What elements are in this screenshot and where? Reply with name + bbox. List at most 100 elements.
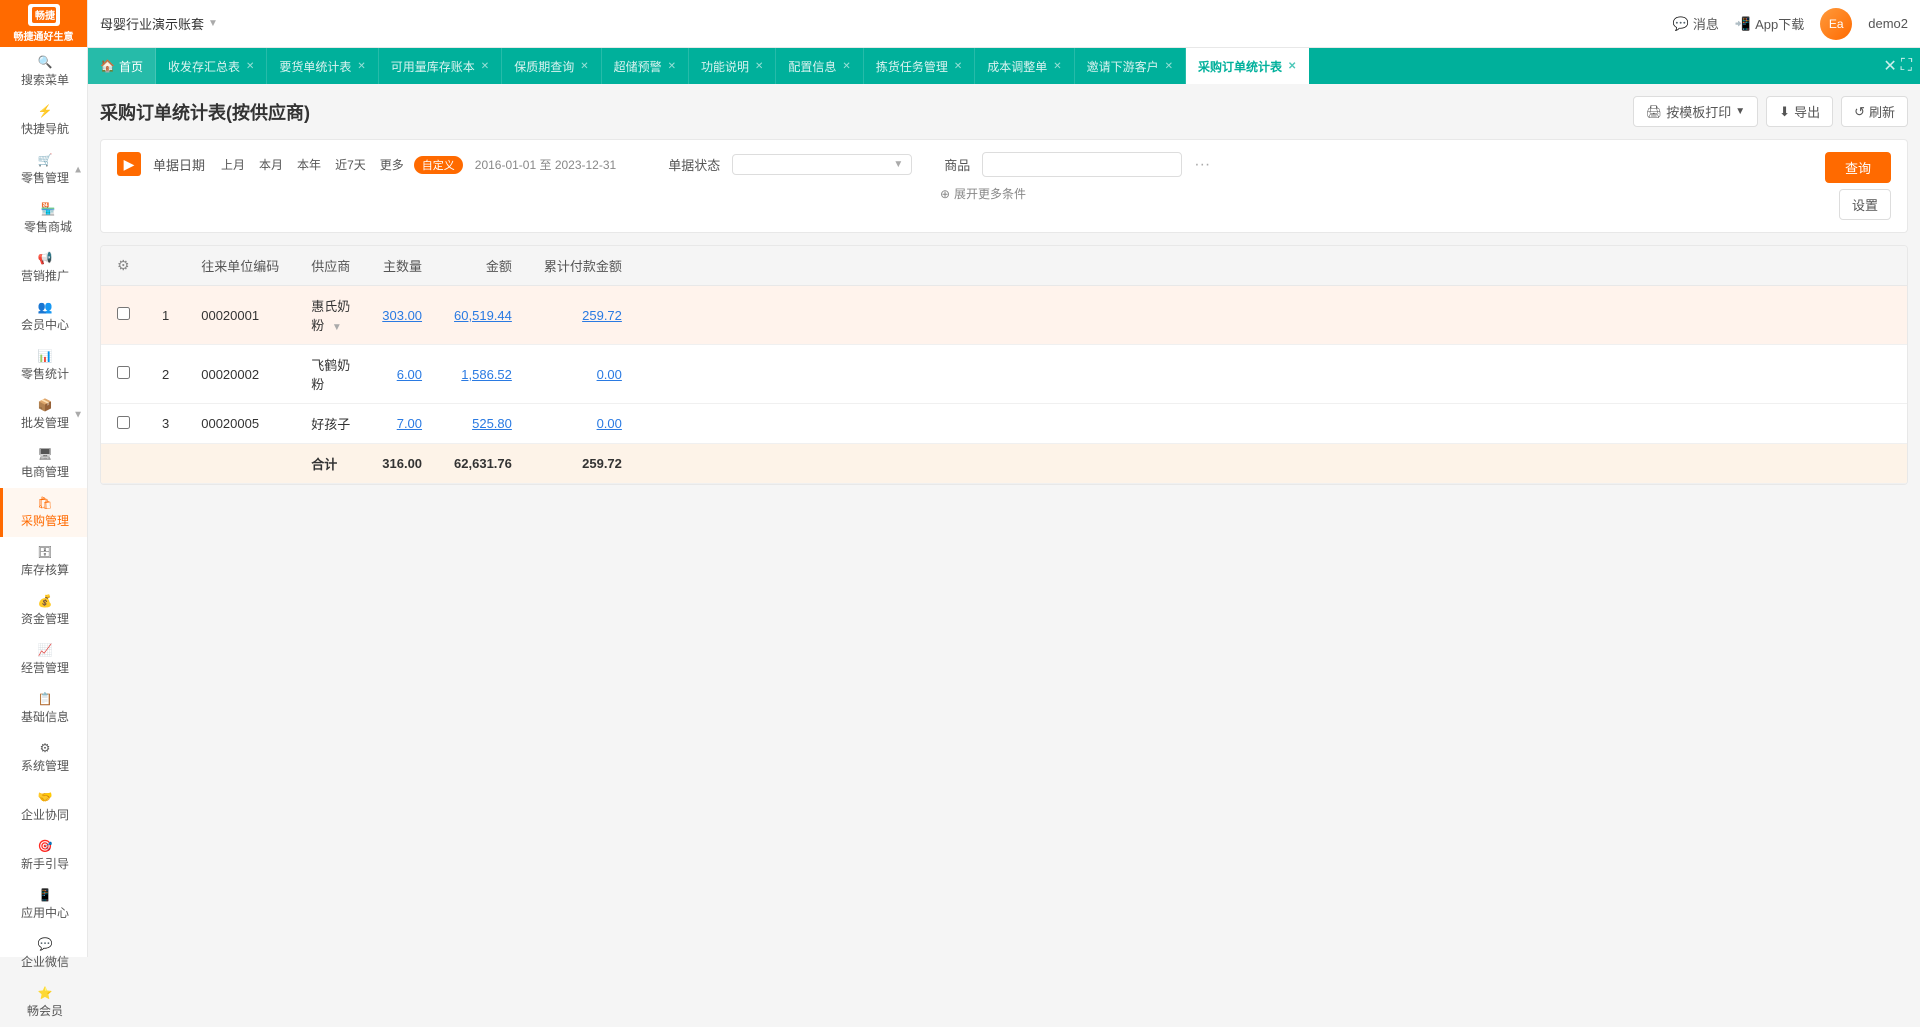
- shortcut-7days[interactable]: 近7天: [331, 155, 370, 174]
- sidebar-item-corp[interactable]: 🤝 企业协同: [0, 782, 87, 831]
- row3-amount[interactable]: 525.80: [438, 404, 528, 444]
- sidebar-item-label-ops: 经营管理: [21, 659, 69, 676]
- expand-more-button[interactable]: ⊕ 展开更多条件: [940, 185, 1026, 202]
- goods-input[interactable]: [982, 152, 1182, 177]
- sidebar-item-corpwx[interactable]: 💬 企业微信: [0, 929, 87, 978]
- sidebar-item-search[interactable]: 🔍 搜索菜单: [0, 47, 87, 96]
- expand-row: ⊕ 展开更多条件: [153, 185, 1813, 202]
- retail-icon: 🛒: [38, 153, 53, 167]
- sidebar-item-retail[interactable]: 🛒 零售管理 ▲: [0, 145, 87, 194]
- tab-close-6[interactable]: ✕: [755, 61, 763, 72]
- account-dropdown[interactable]: 母婴行业演示账套 ▼: [100, 14, 218, 33]
- sidebar-item-marketing[interactable]: 📢 营销推广: [0, 243, 87, 292]
- checkbox-1[interactable]: [117, 307, 130, 320]
- home-icon: 🏠: [100, 59, 115, 73]
- sidebar-item-retail-stat[interactable]: 📊 零售统计: [0, 341, 87, 390]
- sidebar-item-appcenter[interactable]: 📱 应用中心: [0, 880, 87, 929]
- filter-section: ▶ 单据日期 上月 本月 本年 近7天 更多 自定义 2016-01-01 至 …: [117, 152, 1891, 220]
- sidebar-item-label-appcenter: 应用中心: [21, 904, 69, 921]
- tab-home[interactable]: 🏠 首页: [88, 48, 156, 84]
- setting-button[interactable]: 设置: [1839, 189, 1891, 220]
- checkbox-3[interactable]: [117, 416, 130, 429]
- tab-baozhi[interactable]: 保质期查询 ✕: [502, 48, 601, 84]
- sidebar-item-label-purchase: 采购管理: [21, 512, 69, 529]
- sidebar-item-ecommerce[interactable]: 🖥 电商管理: [0, 439, 87, 488]
- tab-label-7: 配置信息: [788, 58, 836, 75]
- row1-paid[interactable]: 259.72: [528, 286, 638, 345]
- tab-close-4[interactable]: ✕: [580, 61, 588, 72]
- toggle-filter-button[interactable]: ▶: [117, 152, 141, 176]
- print-dropdown-icon: ▼: [1735, 106, 1745, 117]
- expand-supplier-icon-1[interactable]: ▼: [332, 322, 342, 333]
- tab-label-6: 功能说明: [701, 58, 749, 75]
- sidebar-item-retail-mall[interactable]: 🏪 零售商城: [0, 194, 87, 243]
- sidebar-item-inventory[interactable]: 🗄 库存核算: [0, 537, 87, 586]
- tab-caigoudingdantongji[interactable]: 采购订单统计表 ✕: [1186, 48, 1309, 84]
- tab-close-11[interactable]: ✕: [1288, 61, 1296, 72]
- tab-close-1[interactable]: ✕: [246, 61, 254, 72]
- tab-close-10[interactable]: ✕: [1165, 61, 1173, 72]
- app-download-button[interactable]: 📲 App下载: [1735, 14, 1804, 33]
- tab-peizhi[interactable]: 配置信息 ✕: [776, 48, 863, 84]
- page-actions: 🖨 按模板打印 ▼ ⬇ 导出 ↺ 刷新: [1633, 96, 1908, 127]
- tab-yaohuodanjutongjibiao[interactable]: 要货单统计表 ✕: [267, 48, 378, 84]
- row3-paid[interactable]: 0.00: [528, 404, 638, 444]
- data-table: ⚙ 往来单位编码 供应商 主数量 金额 累计付款金额 1: [101, 246, 1907, 484]
- row2-no: 2: [146, 345, 185, 404]
- row1-amount[interactable]: 60,519.44: [438, 286, 528, 345]
- row1-qty[interactable]: 303.00: [366, 286, 438, 345]
- row2-paid[interactable]: 0.00: [528, 345, 638, 404]
- query-button[interactable]: 查询: [1825, 152, 1891, 183]
- custom-date-badge[interactable]: 自定义: [414, 156, 463, 174]
- sidebar-item-basic[interactable]: 📋 基础信息: [0, 684, 87, 733]
- gear-icon[interactable]: ⚙: [117, 257, 130, 274]
- sidebar-item-wholesale[interactable]: 📦 批发管理 ▼: [0, 390, 87, 439]
- row2-qty[interactable]: 6.00: [366, 345, 438, 404]
- sidebar-item-system[interactable]: ⚙ 系统管理: [0, 733, 87, 782]
- tab-chengbentiaozhen[interactable]: 成本调整单 ✕: [975, 48, 1074, 84]
- tab-close-all-icon[interactable]: ✕: [1883, 56, 1896, 76]
- sidebar-item-ops[interactable]: 📈 经营管理: [0, 635, 87, 684]
- tab-close-7[interactable]: ✕: [842, 61, 850, 72]
- goods-more-icon[interactable]: ···: [1194, 156, 1210, 174]
- tab-gongneng[interactable]: 功能说明 ✕: [689, 48, 776, 84]
- tab-yaoqingxiayou[interactable]: 邀请下游客户 ✕: [1075, 48, 1186, 84]
- message-button[interactable]: 💬 消息: [1673, 14, 1719, 33]
- tab-keyongliang[interactable]: 可用量库存账本 ✕: [379, 48, 502, 84]
- shortcut-this-month[interactable]: 本月: [255, 155, 287, 174]
- row3-checkbox[interactable]: [101, 404, 146, 444]
- tab-close-2[interactable]: ✕: [357, 61, 365, 72]
- tab-fullscreen-icon[interactable]: ⛶: [1901, 57, 1912, 75]
- sidebar-item-purchase[interactable]: 🛍 采购管理: [0, 488, 87, 537]
- export-button[interactable]: ⬇ 导出: [1766, 96, 1833, 127]
- print-button[interactable]: 🖨 按模板打印 ▼: [1633, 96, 1758, 127]
- checkbox-2[interactable]: [117, 366, 130, 379]
- sidebar-item-newguide[interactable]: 🎯 新手引导: [0, 831, 87, 880]
- row3-qty[interactable]: 7.00: [366, 404, 438, 444]
- row2-checkbox[interactable]: [101, 345, 146, 404]
- shortcut-this-year[interactable]: 本年: [293, 155, 325, 174]
- tab-close-3[interactable]: ✕: [481, 61, 489, 72]
- tab-peihuorenwu[interactable]: 拣货任务管理 ✕: [864, 48, 975, 84]
- col-amount-header: 金额: [438, 246, 528, 286]
- row2-amount[interactable]: 1,586.52: [438, 345, 528, 404]
- shortcut-more[interactable]: 更多: [376, 155, 408, 174]
- shortcut-last-month[interactable]: 上月: [217, 155, 249, 174]
- row1-checkbox[interactable]: [101, 286, 146, 345]
- tab-close-5[interactable]: ✕: [668, 61, 676, 72]
- tab-chaochuyujing[interactable]: 超储预警 ✕: [602, 48, 689, 84]
- tab-close-8[interactable]: ✕: [954, 61, 962, 72]
- refresh-button[interactable]: ↺ 刷新: [1841, 96, 1908, 127]
- status-select[interactable]: ▼: [732, 154, 912, 175]
- date-filter-label: 单据日期: [153, 155, 205, 174]
- sidebar-item-finance[interactable]: 💰 资金管理: [0, 586, 87, 635]
- sidebar-item-vip[interactable]: ⭐ 畅会员: [0, 978, 87, 1027]
- sidebar-item-quicknav[interactable]: ⚡ 快捷导航: [0, 96, 87, 145]
- tab-shoufahuizong[interactable]: 收发存汇总表 ✕: [156, 48, 267, 84]
- tab-close-9[interactable]: ✕: [1053, 61, 1061, 72]
- sidebar-item-member[interactable]: 👥 会员中心: [0, 292, 87, 341]
- tab-label-3: 可用量库存账本: [391, 58, 475, 75]
- avatar[interactable]: Ea: [1820, 8, 1852, 40]
- tab-label-10: 邀请下游客户: [1087, 58, 1159, 75]
- refresh-label: 刷新: [1869, 102, 1895, 121]
